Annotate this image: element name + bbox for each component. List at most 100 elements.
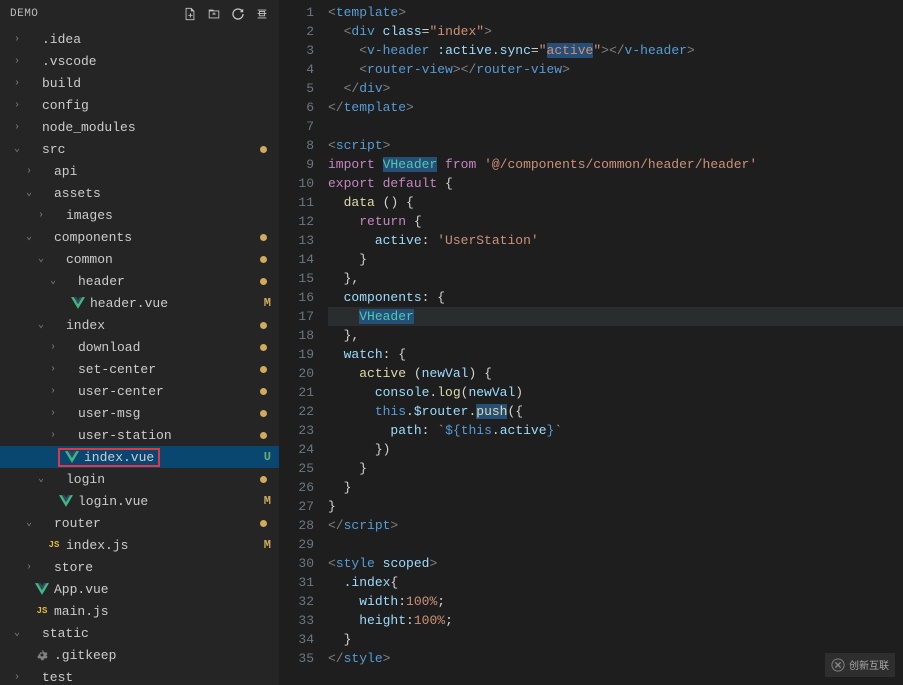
tree-item-app-vue[interactable]: App.vue	[0, 578, 279, 600]
expand-arrow-icon[interactable]: ⌄	[48, 275, 58, 287]
expand-arrow-icon[interactable]: ⌄	[36, 473, 46, 485]
code-line[interactable]: <template>	[328, 3, 903, 22]
expand-arrow-icon[interactable]: ⌄	[36, 319, 46, 331]
expand-arrow-icon[interactable]: ›	[12, 100, 22, 111]
tree-item-login[interactable]: ⌄login	[0, 468, 279, 490]
code-line[interactable]: console.log(newVal)	[328, 383, 903, 402]
expand-arrow-icon[interactable]: ›	[36, 210, 46, 221]
code-line[interactable]: }	[328, 630, 903, 649]
expand-arrow-icon[interactable]: ⌄	[24, 231, 34, 243]
expand-arrow-icon[interactable]: ›	[48, 386, 58, 397]
expand-arrow-icon[interactable]: ›	[24, 166, 34, 177]
code-line[interactable]: </style>	[328, 649, 903, 668]
expand-arrow-icon[interactable]: ›	[12, 672, 22, 683]
tree-item-static[interactable]: ⌄static	[0, 622, 279, 644]
code-line[interactable]: },	[328, 326, 903, 345]
tree-item-download[interactable]: ›download	[0, 336, 279, 358]
expand-arrow-icon[interactable]: ›	[24, 562, 34, 573]
line-number: 11	[280, 193, 314, 212]
tree-item-test[interactable]: ›test	[0, 666, 279, 685]
code-line[interactable]	[328, 117, 903, 136]
tree-item-header[interactable]: ⌄header	[0, 270, 279, 292]
tree-item-images[interactable]: ›images	[0, 204, 279, 226]
tree-item-router[interactable]: ⌄router	[0, 512, 279, 534]
code-line[interactable]: export default {	[328, 174, 903, 193]
tree-item-store[interactable]: ›store	[0, 556, 279, 578]
expand-arrow-icon[interactable]: ›	[12, 78, 22, 89]
tree-item-src[interactable]: ⌄src	[0, 138, 279, 160]
tree-item--idea[interactable]: ›.idea	[0, 28, 279, 50]
tree-item-user-msg[interactable]: ›user-msg	[0, 402, 279, 424]
tree-item-main-js[interactable]: JSmain.js	[0, 600, 279, 622]
tree-item-header-vue[interactable]: header.vueM	[0, 292, 279, 314]
code-content[interactable]: <template> <div class="index"> <v-header…	[328, 0, 903, 685]
expand-arrow-icon[interactable]: ›	[48, 408, 58, 419]
tree-item-api[interactable]: ›api	[0, 160, 279, 182]
expand-arrow-icon[interactable]: ›	[12, 122, 22, 133]
expand-arrow-icon[interactable]: ⌄	[12, 627, 22, 639]
collapse-icon[interactable]	[255, 7, 269, 21]
expand-arrow-icon[interactable]: ⌄	[36, 253, 46, 265]
file-tree[interactable]: ›.idea›.vscode›build›config›node_modules…	[0, 28, 279, 685]
code-line[interactable]: })	[328, 440, 903, 459]
tree-item-components[interactable]: ⌄components	[0, 226, 279, 248]
code-line[interactable]	[328, 535, 903, 554]
code-line[interactable]: }	[328, 250, 903, 269]
code-line[interactable]: <script>	[328, 136, 903, 155]
new-folder-icon[interactable]	[207, 7, 221, 21]
tree-item-set-center[interactable]: ›set-center	[0, 358, 279, 380]
tree-item--gitkeep[interactable]: .gitkeep	[0, 644, 279, 666]
code-line[interactable]: }	[328, 459, 903, 478]
code-line[interactable]: <div class="index">	[328, 22, 903, 41]
code-line[interactable]: <router-view></router-view>	[328, 60, 903, 79]
code-editor[interactable]: 1234567891011121314151617181920212223242…	[280, 0, 903, 685]
code-line[interactable]: <v-header :active.sync="active"></v-head…	[328, 41, 903, 60]
expand-arrow-icon[interactable]: ›	[48, 430, 58, 441]
expand-arrow-icon[interactable]: ›	[12, 34, 22, 45]
expand-arrow-icon[interactable]: ⌄	[24, 517, 34, 529]
code-line[interactable]: .index{	[328, 573, 903, 592]
code-line[interactable]: return {	[328, 212, 903, 231]
expand-arrow-icon[interactable]: ›	[48, 342, 58, 353]
code-line[interactable]: this.$router.push({	[328, 402, 903, 421]
line-number: 17	[280, 307, 314, 326]
code-line[interactable]: </template>	[328, 98, 903, 117]
tree-item-login-vue[interactable]: login.vueM	[0, 490, 279, 512]
tree-item-index-js[interactable]: JSindex.jsM	[0, 534, 279, 556]
code-line[interactable]: watch: {	[328, 345, 903, 364]
expand-arrow-icon[interactable]: ›	[12, 56, 22, 67]
code-line[interactable]: path: `${this.active}`	[328, 421, 903, 440]
code-line[interactable]: active: 'UserStation'	[328, 231, 903, 250]
refresh-icon[interactable]	[231, 7, 245, 21]
code-line[interactable]: VHeader	[328, 307, 903, 326]
code-line[interactable]: components: {	[328, 288, 903, 307]
code-line[interactable]: }	[328, 478, 903, 497]
code-line[interactable]: </div>	[328, 79, 903, 98]
expand-arrow-icon[interactable]: ⌄	[12, 143, 22, 155]
expand-arrow-icon[interactable]: ⌄	[24, 187, 34, 199]
code-line[interactable]: width:100%;	[328, 592, 903, 611]
tree-item-common[interactable]: ⌄common	[0, 248, 279, 270]
code-line[interactable]: }	[328, 497, 903, 516]
code-line[interactable]: },	[328, 269, 903, 288]
tree-item--vscode[interactable]: ›.vscode	[0, 50, 279, 72]
tree-item-index[interactable]: ⌄index	[0, 314, 279, 336]
code-line[interactable]: import VHeader from '@/components/common…	[328, 155, 903, 174]
tree-item-build[interactable]: ›build	[0, 72, 279, 94]
code-line[interactable]: active (newVal) {	[328, 364, 903, 383]
code-line[interactable]: </script>	[328, 516, 903, 535]
git-modified-badge: M	[264, 494, 271, 508]
code-line[interactable]: <style scoped>	[328, 554, 903, 573]
file-label: index.vue	[84, 450, 154, 465]
new-file-icon[interactable]	[183, 7, 197, 21]
code-line[interactable]: data () {	[328, 193, 903, 212]
code-line[interactable]: height:100%;	[328, 611, 903, 630]
tree-item-index-vue[interactable]: index.vueU	[0, 446, 279, 468]
tree-item-user-center[interactable]: ›user-center	[0, 380, 279, 402]
tree-item-node-modules[interactable]: ›node_modules	[0, 116, 279, 138]
tree-item-user-station[interactable]: ›user-station	[0, 424, 279, 446]
expand-arrow-icon[interactable]: ›	[48, 364, 58, 375]
tree-item-config[interactable]: ›config	[0, 94, 279, 116]
tree-item-assets[interactable]: ⌄assets	[0, 182, 279, 204]
modified-dot-icon	[260, 366, 267, 373]
